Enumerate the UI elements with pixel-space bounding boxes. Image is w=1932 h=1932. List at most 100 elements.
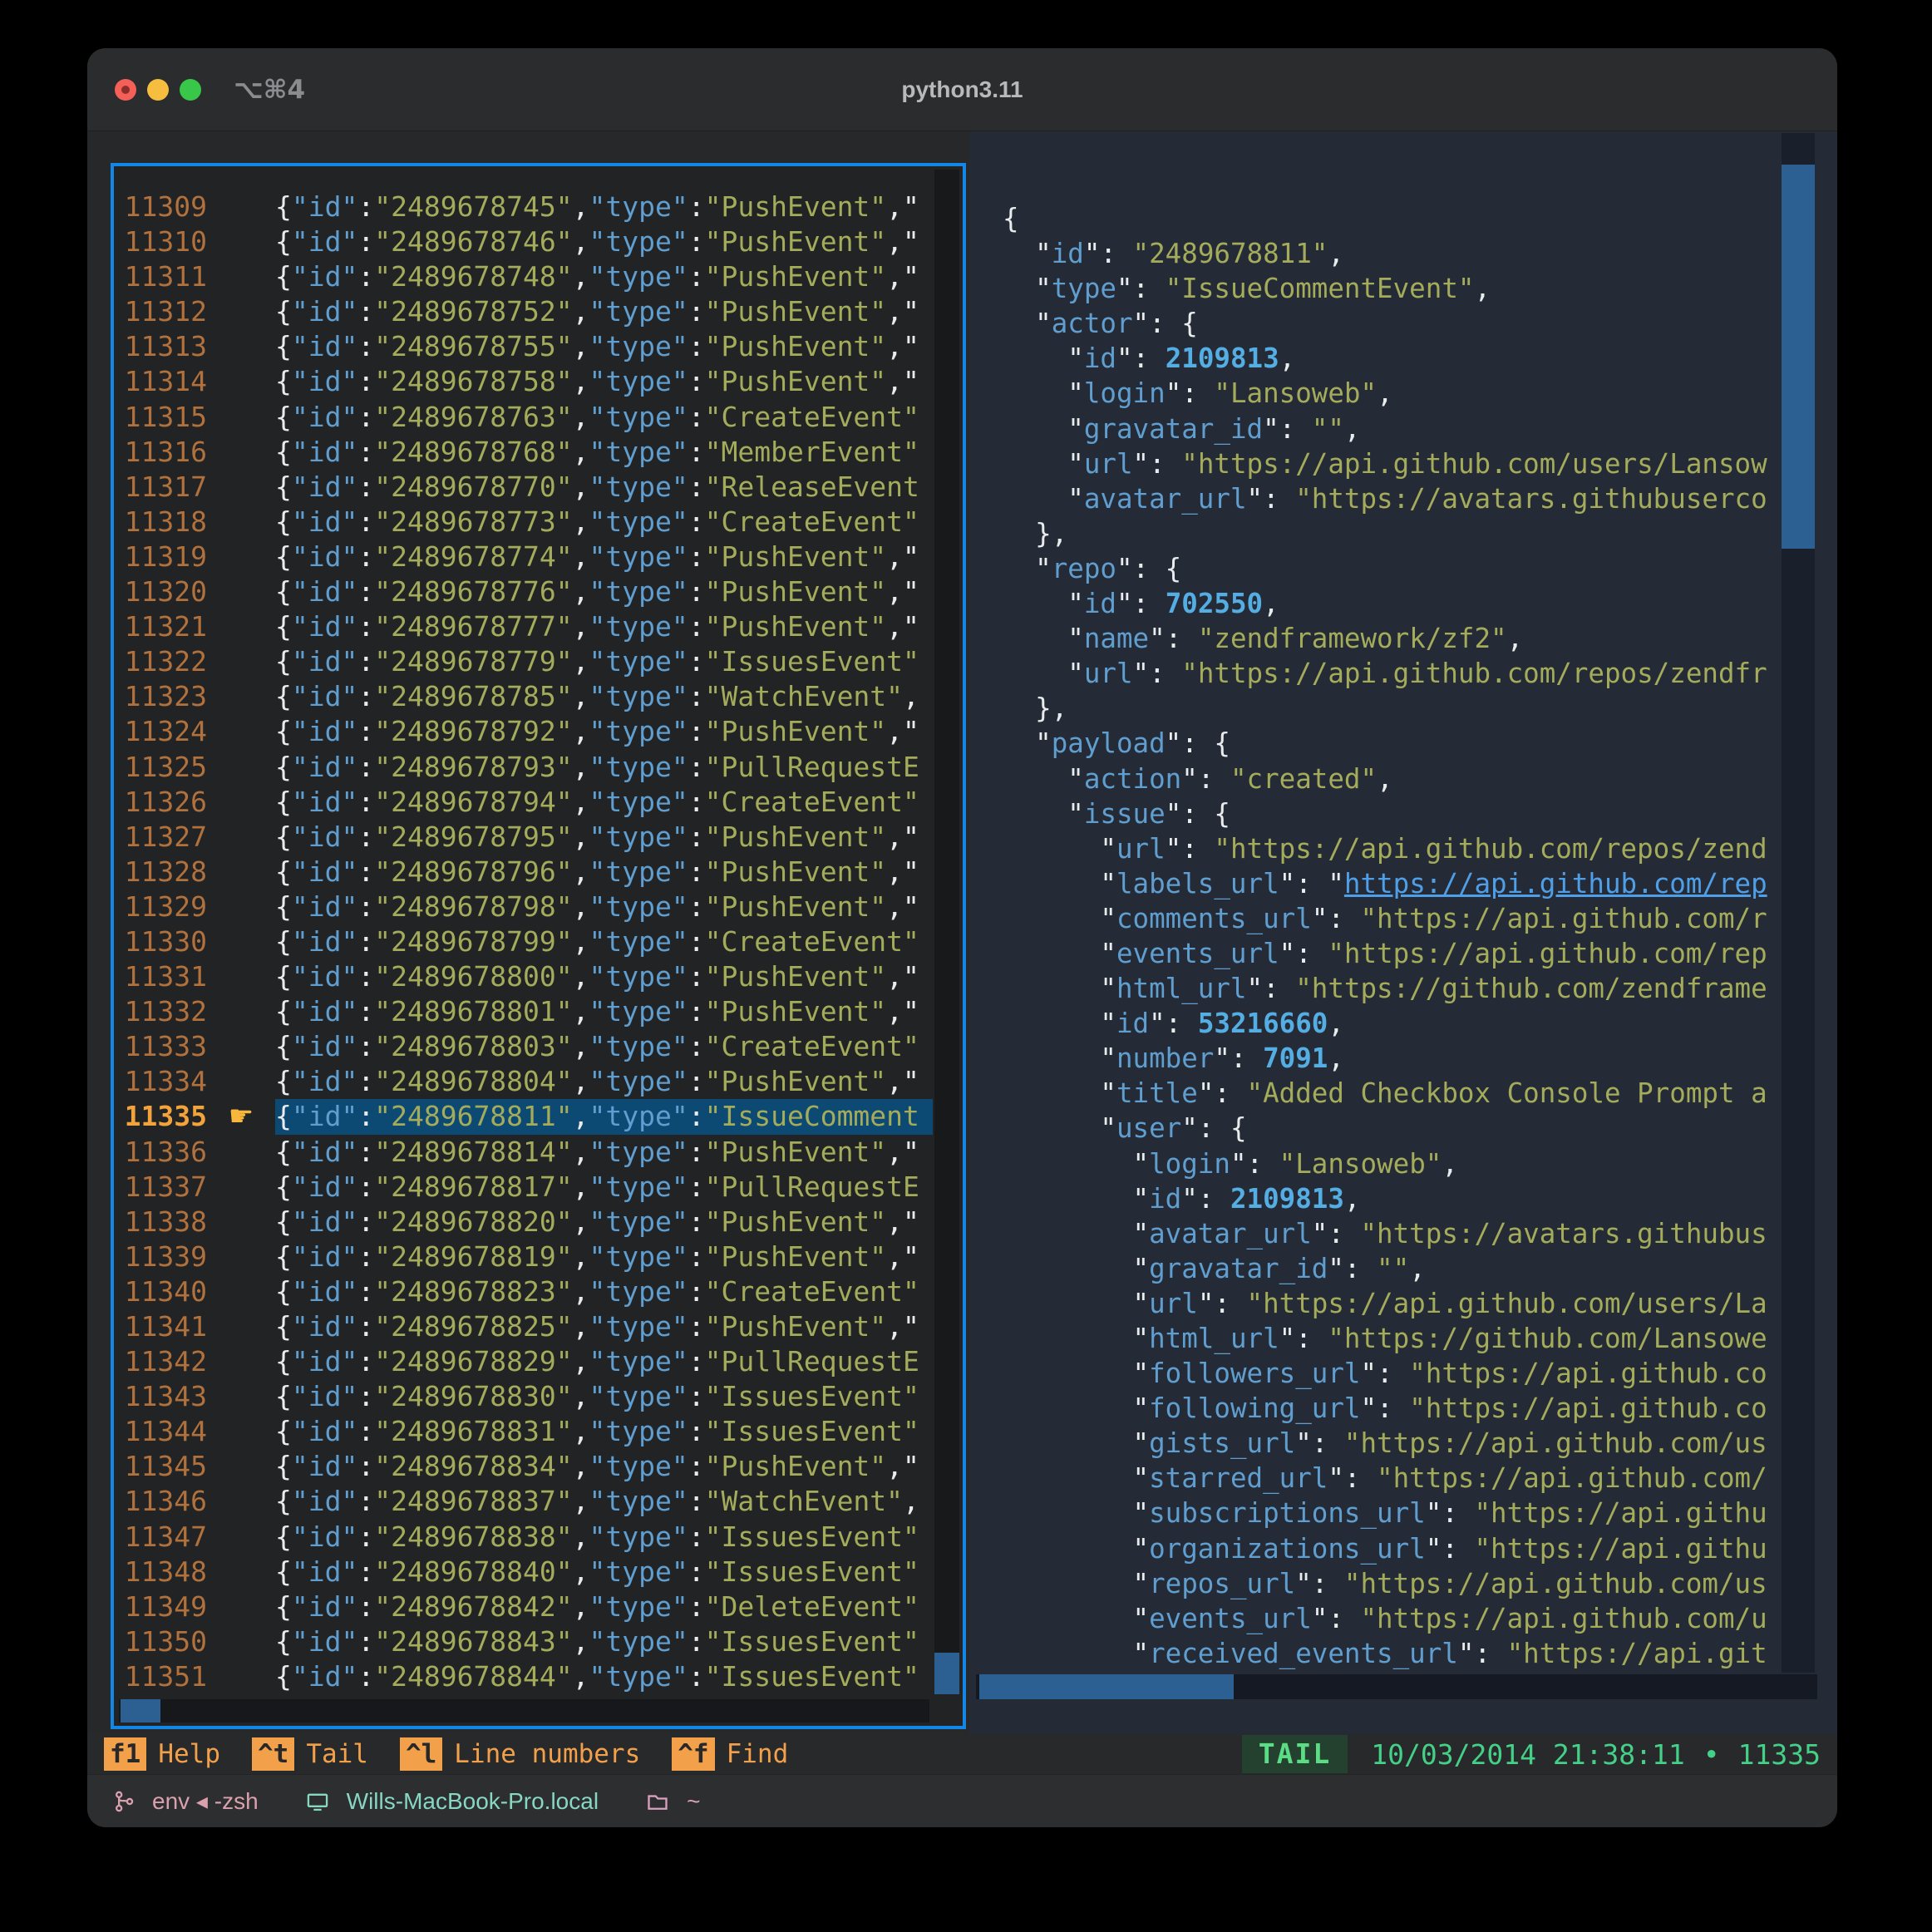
status-item[interactable]: Wills-MacBook-Pro.local	[305, 1788, 599, 1815]
log-line[interactable]: 11314{"id":"2489678758","type":"PushEven…	[121, 364, 963, 399]
log-line[interactable]: 11337{"id":"2489678817","type":"PullRequ…	[121, 1170, 963, 1205]
log-line[interactable]: 11312{"id":"2489678752","type":"PushEven…	[121, 294, 963, 329]
status-item[interactable]: ~	[645, 1788, 700, 1815]
json-line: "url": "https://api.github.com/repos/zen…	[969, 831, 1779, 866]
tail-separator: •	[1703, 1738, 1720, 1771]
log-text: {"id":"2489678776","type":"PushEvent","	[275, 574, 933, 609]
log-line[interactable]: 11330 {"id":"2489678799","type":"CreateEv…	[121, 924, 963, 959]
log-line[interactable]: 11313{"id":"2489678755","type":"PushEven…	[121, 329, 963, 364]
log-line[interactable]: 11316{"id":"2489678768","type":"MemberEv…	[121, 435, 963, 470]
log-line[interactable]: 11349 {"id":"2489678842","type":"DeleteEv…	[121, 1589, 963, 1624]
log-line[interactable]: 11350{"id":"2489678843","type":"IssuesEv…	[121, 1624, 963, 1659]
log-line[interactable]: 11331 {"id":"2489678800","type":"PushEven…	[121, 959, 963, 994]
footer-key-help[interactable]: f1Help	[104, 1737, 220, 1771]
log-line[interactable]: 11345{"id":"2489678834","type":"PushEven…	[121, 1449, 963, 1484]
log-line[interactable]: 11324{"id":"2489678792","type":"PushEven…	[121, 714, 963, 749]
tail-line-number: 11335	[1738, 1738, 1821, 1771]
line-number: 11326	[121, 785, 207, 820]
log-text: {"id":"2489678763","type":"CreateEvent"	[275, 400, 933, 435]
log-line[interactable]: 11319{"id":"2489678774","type":"PushEven…	[121, 540, 963, 574]
json-line: "url": "https://api.github.com/repos/zen…	[969, 656, 1779, 691]
log-line[interactable]: 11325{"id":"2489678793","type":"PullRequ…	[121, 750, 963, 785]
log-line[interactable]: 11327{"id":"2489678795","type":"PushEven…	[121, 820, 963, 855]
log-line[interactable]: 11342{"id":"2489678829","type":"PullRequ…	[121, 1344, 963, 1379]
log-line[interactable]: 11318{"id":"2489678773","type":"CreateEv…	[121, 505, 963, 540]
log-text: {"id":"2489678779","type":"IssuesEvent"	[275, 644, 933, 679]
log-line[interactable]: 11335☛{"id":"2489678811","type":"IssueCo…	[121, 1099, 963, 1134]
json-line: "avatar_url": "https://avatars.githubus	[969, 1216, 1779, 1251]
log-text: {"id":"2489678819","type":"PushEvent","	[275, 1240, 933, 1274]
log-line[interactable]: 11339 {"id":"2489678819","type":"PushEven…	[121, 1240, 963, 1274]
log-text: {"id":"2489678799","type":"CreateEvent"	[275, 924, 933, 959]
json-line: "title": "Added Checkbox Console Prompt …	[969, 1076, 1779, 1111]
log-horizontal-scrollbar-thumb[interactable]	[121, 1699, 160, 1723]
log-line[interactable]: 11311{"id":"2489678748","type":"PushEven…	[121, 259, 963, 294]
detail-vertical-scrollbar-thumb[interactable]	[1782, 165, 1815, 549]
json-line: "gists_url": "https://api.github.com/us	[969, 1426, 1779, 1461]
log-horizontal-scrollbar[interactable]	[119, 1699, 929, 1723]
log-line[interactable]: 11341{"id":"2489678825","type":"PushEven…	[121, 1309, 963, 1344]
tail-badge[interactable]: TAIL	[1242, 1735, 1348, 1773]
log-text: {"id":"2489678834","type":"PushEvent","	[275, 1449, 933, 1484]
log-line[interactable]: 11334{"id":"2489678804","type":"PushEven…	[121, 1064, 963, 1099]
detail-pane: { "id": "2489678811", "type": "IssueComm…	[969, 131, 1837, 1734]
log-line[interactable]: 11310{"id":"2489678746","type":"PushEven…	[121, 224, 963, 259]
log-line[interactable]: 11322{"id":"2489678779","type":"IssuesEv…	[121, 644, 963, 679]
log-line[interactable]: 11338{"id":"2489678820","type":"PushEven…	[121, 1205, 963, 1240]
log-line[interactable]: 11348{"id":"2489678840","type":"IssuesEv…	[121, 1555, 963, 1589]
log-line[interactable]: 11320{"id":"2489678776","type":"PushEven…	[121, 574, 963, 609]
log-line[interactable]: 11321{"id":"2489678777","type":"PushEven…	[121, 609, 963, 644]
log-text: {"id":"2489678785","type":"WatchEvent",	[275, 679, 933, 714]
log-text: {"id":"2489678814","type":"PushEvent","	[275, 1135, 933, 1170]
line-number: 11329	[121, 890, 207, 924]
footer-key-line-numbers[interactable]: ^lLine numbers	[400, 1737, 640, 1771]
log-line[interactable]: 11315{"id":"2489678763","type":"CreateEv…	[121, 400, 963, 435]
log-text: {"id":"2489678838","type":"IssuesEvent"	[275, 1520, 933, 1555]
log-line[interactable]: 11346{"id":"2489678837","type":"WatchEve…	[121, 1484, 963, 1519]
detail-horizontal-scrollbar-thumb[interactable]	[979, 1674, 1234, 1699]
line-number: 11333	[121, 1029, 207, 1064]
log-text: {"id":"2489678829","type":"PullRequestE	[275, 1344, 933, 1379]
status-item-text: env ◂ -zsh	[152, 1787, 259, 1815]
line-number: 11323	[121, 679, 207, 714]
line-number: 11348	[121, 1555, 207, 1589]
line-number: 11349	[121, 1589, 207, 1624]
log-text: {"id":"2489678748","type":"PushEvent","	[275, 259, 933, 294]
footer-bar: f1Help ^tTail ^lLine numbers ^fFind TAIL 10…	[87, 1734, 1837, 1774]
log-line[interactable]: 11317{"id":"2489678770","type":"ReleaseE…	[121, 470, 963, 505]
json-line: "login": "Lansoweb",	[969, 376, 1779, 411]
log-line[interactable]: 11332{"id":"2489678801","type":"PushEven…	[121, 994, 963, 1029]
line-number: 11339	[121, 1240, 207, 1274]
tail-status-group: TAIL 10/03/2014 21:38:11 • 11335	[1242, 1735, 1821, 1773]
line-number: 11331	[121, 959, 207, 994]
log-line[interactable]: 11336{"id":"2489678814","type":"PushEven…	[121, 1135, 963, 1170]
log-line[interactable]: 11340{"id":"2489678823","type":"CreateEv…	[121, 1274, 963, 1309]
log-text: {"id":"2489678830","type":"IssuesEvent"	[275, 1379, 933, 1414]
json-line: "received_events_url": "https://api.git	[969, 1636, 1779, 1671]
log-line[interactable]: 11351{"id":"2489678844","type":"IssuesEv…	[121, 1659, 963, 1694]
log-line[interactable]: 11309{"id":"2489678745","type":"PushEven…	[121, 190, 963, 224]
key-badge: ^f	[672, 1737, 714, 1771]
line-number: 11330	[121, 924, 207, 959]
log-line[interactable]: 11344{"id":"2489678831","type":"IssuesEv…	[121, 1414, 963, 1449]
detail-horizontal-scrollbar[interactable]	[976, 1674, 1817, 1699]
footer-key-tail[interactable]: ^tTail	[252, 1737, 368, 1771]
log-line[interactable]: 11329{"id":"2489678798","type":"PushEven…	[121, 890, 963, 924]
log-line[interactable]: 11326{"id":"2489678794","type":"CreateEv…	[121, 785, 963, 820]
status-item[interactable]: env ◂ -zsh	[112, 1787, 259, 1815]
footer-key-find[interactable]: ^fFind	[672, 1737, 788, 1771]
detail-vertical-scrollbar[interactable]	[1782, 133, 1815, 1673]
log-text: {"id":"2489678770","type":"ReleaseEvent	[275, 470, 933, 505]
log-line[interactable]: 11347{"id":"2489678838","type":"IssuesEv…	[121, 1520, 963, 1555]
labels-url-link[interactable]: https://api.github.com/rep	[1344, 868, 1767, 899]
log-text: {"id":"2489678803","type":"CreateEvent"	[275, 1029, 933, 1064]
log-text: {"id":"2489678842","type":"DeleteEvent"	[275, 1589, 933, 1624]
log-text: {"id":"2489678800","type":"PushEvent","	[275, 959, 933, 994]
log-line[interactable]: 11323 {"id":"2489678785","type":"WatchEve…	[121, 679, 963, 714]
log-line[interactable]: 11343{"id":"2489678830","type":"IssuesEv…	[121, 1379, 963, 1414]
log-line[interactable]: 11333 {"id":"2489678803","type":"CreateEv…	[121, 1029, 963, 1064]
log-line[interactable]: 11328{"id":"2489678796","type":"PushEven…	[121, 855, 963, 890]
log-vertical-scrollbar[interactable]	[934, 170, 959, 1694]
json-line: "repo": {	[969, 551, 1779, 586]
log-vertical-scrollbar-thumb[interactable]	[934, 1653, 959, 1694]
